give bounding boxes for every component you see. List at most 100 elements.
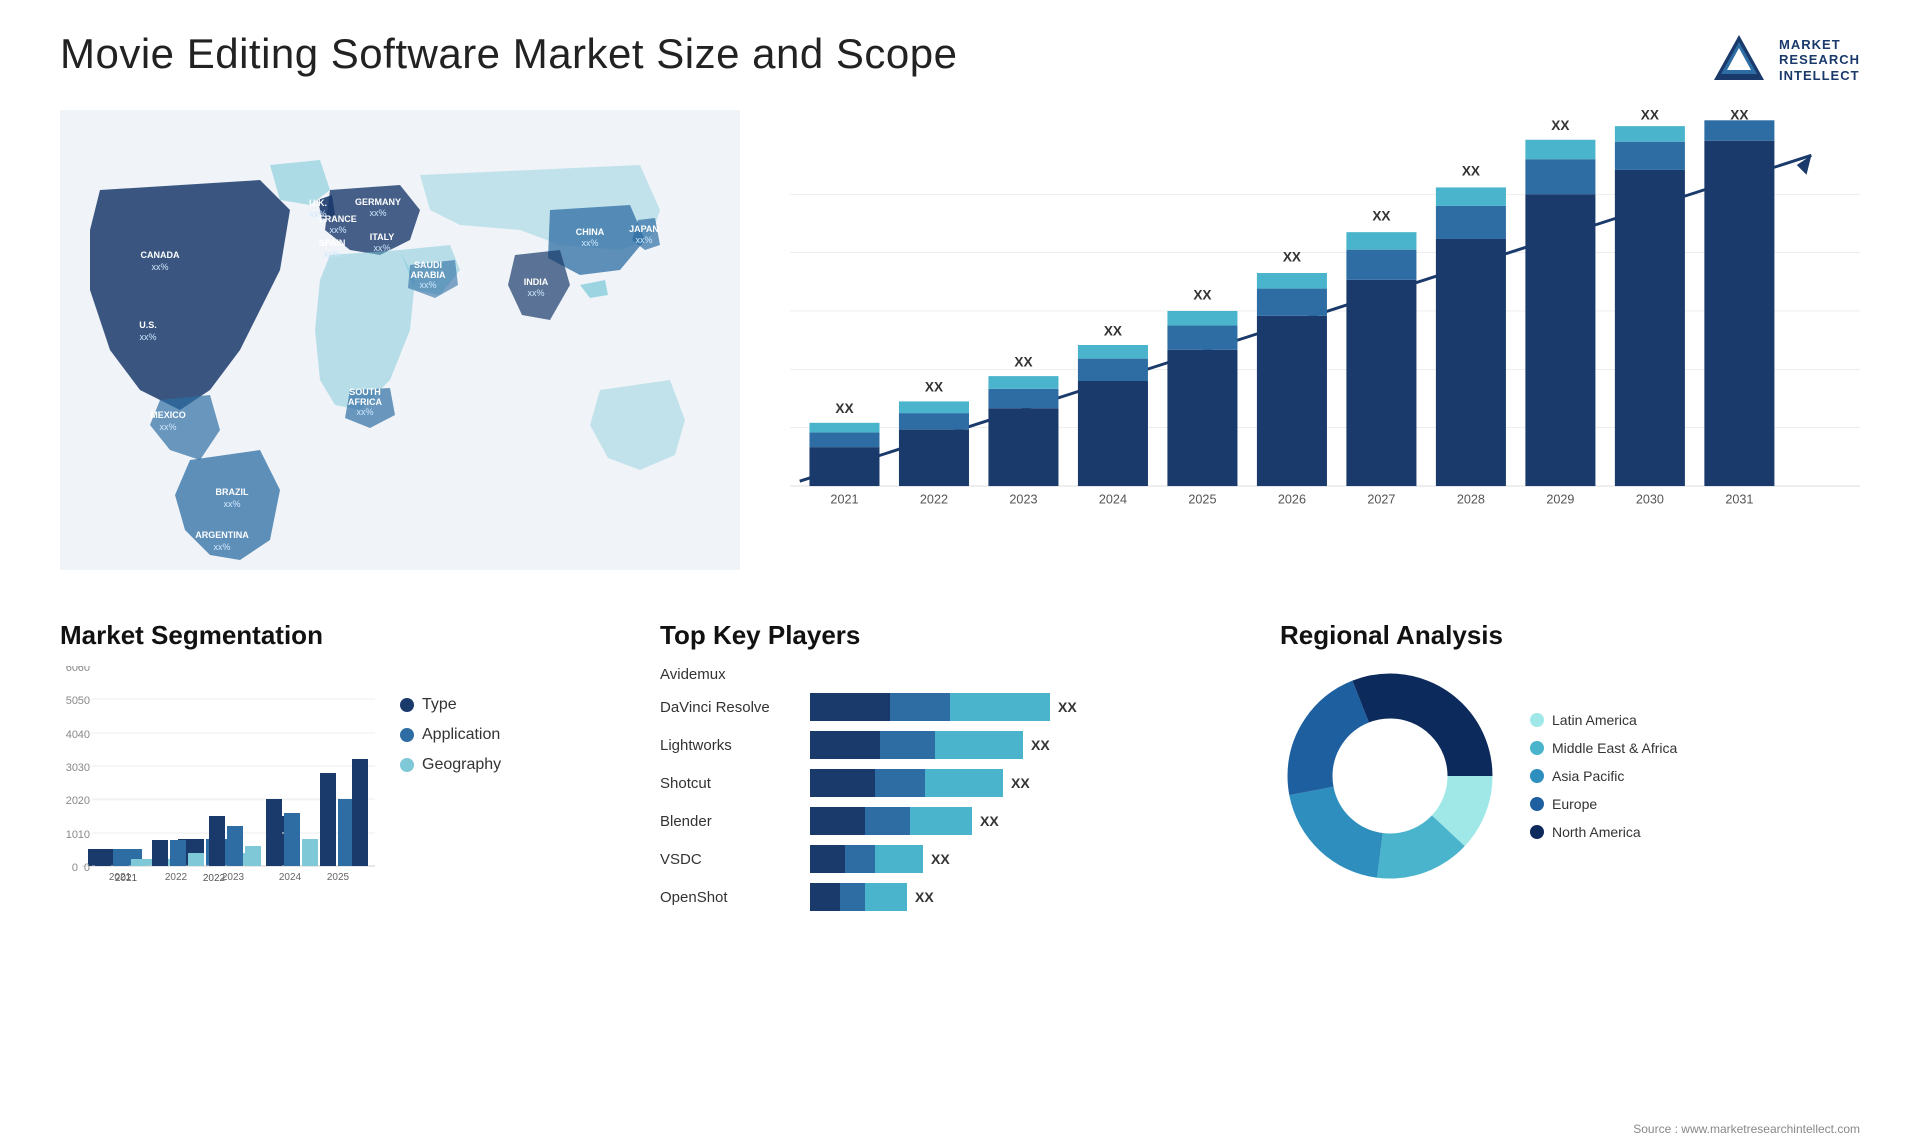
svg-text:XX: XX [1193, 287, 1211, 302]
svg-text:2028: 2028 [1457, 493, 1485, 507]
svg-text:2030: 2030 [1636, 493, 1664, 507]
page-container: Movie Editing Software Market Size and S… [0, 0, 1920, 1146]
svg-text:CHINA: CHINA [576, 227, 605, 237]
player-xx-label: XX [1031, 737, 1050, 753]
svg-text:2022: 2022 [165, 872, 188, 883]
svg-text:GERMANY: GERMANY [355, 197, 401, 207]
player-xx-label: XX [1011, 775, 1030, 791]
svg-text:2023: 2023 [1009, 493, 1037, 507]
dot-europe [1530, 797, 1544, 811]
regional-section: Regional Analysis [1280, 620, 1860, 886]
bar-seg3 [910, 807, 972, 835]
svg-text:2026: 2026 [1278, 493, 1306, 507]
logo-icon [1709, 30, 1769, 90]
player-shotcut: Shotcut XX [660, 769, 1240, 797]
player-bar-container: XX [810, 731, 1240, 759]
svg-text:SOUTH: SOUTH [349, 387, 381, 397]
svg-text:INDIA: INDIA [524, 277, 549, 287]
bar-seg3 [950, 693, 1050, 721]
player-bar [810, 845, 923, 873]
header: Movie Editing Software Market Size and S… [60, 30, 1860, 90]
svg-text:xx%: xx% [369, 208, 386, 218]
svg-text:xx%: xx% [151, 262, 168, 272]
bar-seg1 [810, 693, 890, 721]
legend-application-label: Application [422, 726, 500, 744]
svg-text:xx%: xx% [139, 332, 156, 342]
player-bar [810, 807, 972, 835]
svg-text:XX: XX [925, 380, 943, 395]
player-xx-label: XX [915, 889, 934, 905]
legend-latin-america: Latin America [1530, 712, 1677, 728]
dot-mea [1530, 741, 1544, 755]
svg-text:xx%: xx% [159, 422, 176, 432]
svg-text:2022: 2022 [920, 493, 948, 507]
regional-title: Regional Analysis [1280, 620, 1860, 651]
regional-content: Latin America Middle East & Africa Asia … [1280, 666, 1860, 886]
legend-application: Application [400, 726, 501, 744]
svg-text:xx%: xx% [581, 238, 598, 248]
svg-text:2025: 2025 [1188, 493, 1216, 507]
legend-geography-dot [400, 758, 414, 772]
legend-north-america: North America [1530, 824, 1677, 840]
player-bar-container: XX [810, 807, 1240, 835]
svg-text:U.S.: U.S. [139, 320, 157, 330]
player-davinci: DaVinci Resolve XX [660, 693, 1240, 721]
svg-text:XX: XX [835, 401, 853, 416]
player-xx-label: XX [931, 851, 950, 867]
svg-text:xx%: xx% [356, 407, 373, 417]
label-asia-pacific: Asia Pacific [1552, 768, 1624, 784]
player-name: Avidemux [660, 666, 800, 683]
svg-text:2029: 2029 [1546, 493, 1574, 507]
player-bar [810, 693, 1050, 721]
svg-text:2027: 2027 [1367, 493, 1395, 507]
player-name: OpenShot [660, 889, 800, 906]
bar-seg1 [810, 845, 845, 873]
page-title: Movie Editing Software Market Size and S… [60, 30, 957, 78]
svg-text:CANADA: CANADA [141, 250, 180, 260]
bar-seg3 [875, 845, 923, 873]
player-vsdc: VSDC XX [660, 845, 1240, 873]
svg-text:MEXICO: MEXICO [150, 410, 186, 420]
dot-latin-america [1530, 713, 1544, 727]
player-bar [810, 769, 1003, 797]
legend-mea: Middle East & Africa [1530, 740, 1677, 756]
regional-legend: Latin America Middle East & Africa Asia … [1530, 712, 1677, 840]
svg-text:BRAZIL: BRAZIL [216, 487, 249, 497]
player-avidemux: Avidemux [660, 666, 1240, 683]
svg-text:ARABIA: ARABIA [411, 270, 446, 280]
svg-text:SPAIN: SPAIN [319, 238, 346, 248]
svg-text:xx%: xx% [419, 280, 436, 290]
player-bar-container: XX [810, 883, 1240, 911]
label-europe: Europe [1552, 796, 1597, 812]
legend-type-dot [400, 698, 414, 712]
svg-text:xx%: xx% [323, 249, 340, 259]
bar-seg1 [810, 807, 865, 835]
svg-text:60: 60 [78, 666, 90, 674]
bar-seg3 [865, 883, 907, 911]
svg-text:XX: XX [1104, 323, 1122, 338]
seg-chart-wrapper: 0 10 20 30 40 50 60 [60, 666, 620, 886]
label-latin-america: Latin America [1552, 712, 1637, 728]
world-map: CANADA xx% U.S. xx% MEXICO xx% BRAZIL xx… [60, 110, 740, 570]
svg-text:50: 50 [78, 695, 90, 707]
bar-seg2 [880, 731, 935, 759]
player-bar-container: XX [810, 845, 1240, 873]
bar-seg2 [875, 769, 925, 797]
legend-application-dot [400, 728, 414, 742]
svg-text:ARGENTINA: ARGENTINA [195, 530, 249, 540]
dot-north-america [1530, 825, 1544, 839]
source-text: Source : www.marketresearchintellect.com [1633, 1122, 1860, 1136]
svg-text:2031: 2031 [1725, 493, 1753, 507]
svg-text:XX: XX [1283, 249, 1301, 264]
legend-type-label: Type [422, 696, 457, 714]
player-name: DaVinci Resolve [660, 699, 800, 716]
bar-chart-section: XX 2021 XX 2022 XX 2023 XX 2024 [770, 110, 1860, 590]
svg-text:XX: XX [1551, 118, 1569, 133]
seg-legend: Type Application Geography [400, 666, 501, 774]
svg-text:xx%: xx% [213, 542, 230, 552]
label-north-america: North America [1552, 824, 1641, 840]
player-bar-container: XX [810, 693, 1240, 721]
bar-seg2 [865, 807, 910, 835]
svg-text:20: 20 [78, 795, 90, 807]
svg-text:xx%: xx% [373, 243, 390, 253]
